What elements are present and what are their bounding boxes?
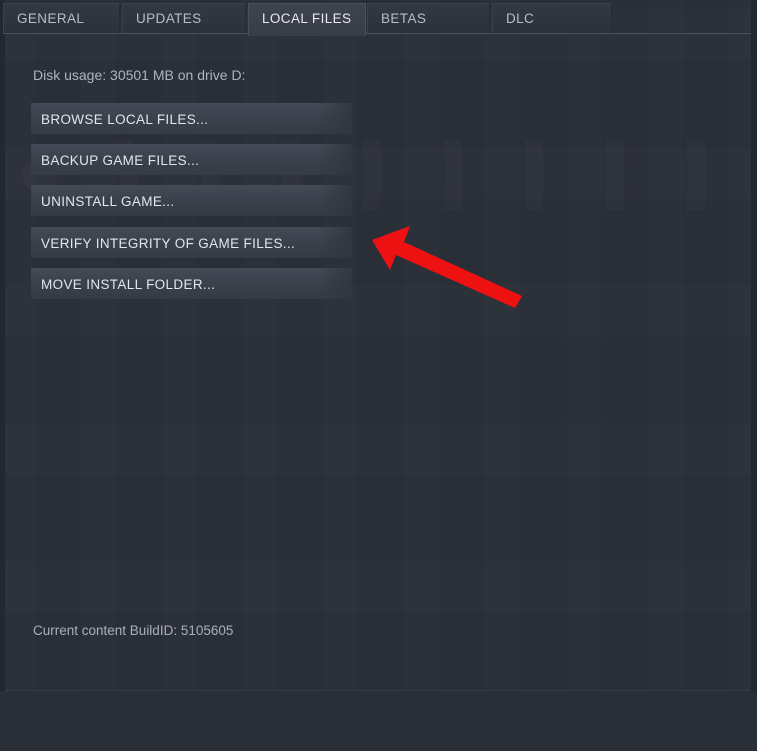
steam-game-properties-window: GENERAL UPDATES LOCAL FILES BETAS DLC Di… bbox=[0, 0, 757, 751]
verify-integrity-of-game-files-button[interactable]: VERIFY INTEGRITY OF GAME FILES... bbox=[31, 227, 352, 258]
tab-bar: GENERAL UPDATES LOCAL FILES BETAS DLC bbox=[0, 0, 757, 36]
build-id-label: Current content BuildID: 5105605 bbox=[33, 623, 234, 638]
tab-local-files[interactable]: LOCAL FILES bbox=[248, 3, 366, 36]
tab-betas[interactable]: BETAS bbox=[367, 3, 490, 33]
uninstall-game-button[interactable]: UNINSTALL GAME... bbox=[31, 185, 352, 216]
browse-local-files-button[interactable]: BROWSE LOCAL FILES... bbox=[31, 103, 352, 134]
move-install-folder-button[interactable]: MOVE INSTALL FOLDER... bbox=[31, 268, 352, 299]
tab-underline bbox=[3, 33, 751, 34]
tab-general[interactable]: GENERAL bbox=[3, 3, 120, 33]
backup-game-files-button[interactable]: BACKUP GAME FILES... bbox=[31, 144, 352, 175]
local-files-panel: Disk usage: 30501 MB on drive D: BROWSE … bbox=[0, 36, 757, 751]
disk-usage-label: Disk usage: 30501 MB on drive D: bbox=[33, 67, 246, 83]
footer-bar: CLOSE bbox=[0, 691, 757, 751]
tab-updates[interactable]: UPDATES bbox=[122, 3, 246, 33]
tab-dlc[interactable]: DLC bbox=[492, 3, 612, 33]
